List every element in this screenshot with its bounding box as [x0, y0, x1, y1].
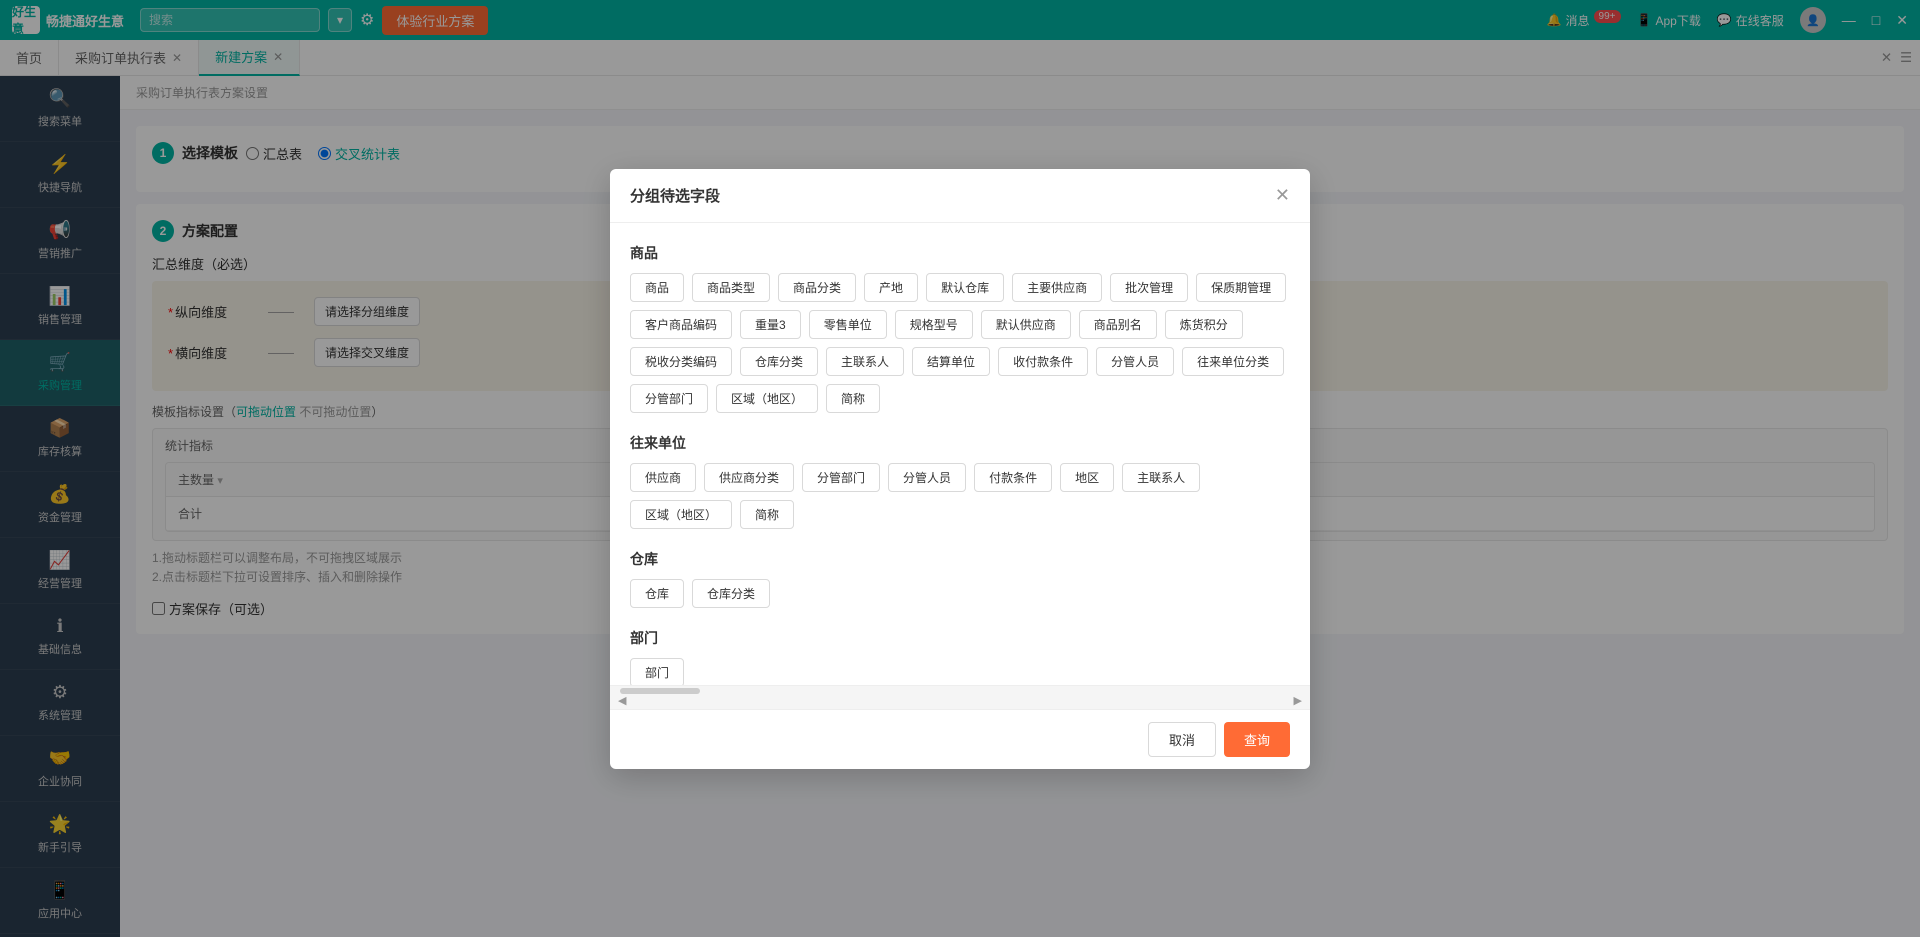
field-tag[interactable]: 结算单位 [912, 347, 990, 376]
section-warehouse: 仓库 仓库 仓库分类 [630, 549, 1290, 608]
field-tag[interactable]: 简称 [740, 500, 794, 529]
cancel-button[interactable]: 取消 [1148, 722, 1216, 757]
field-tag[interactable]: 付款条件 [974, 463, 1052, 492]
field-tag[interactable]: 批次管理 [1110, 273, 1188, 302]
field-tag[interactable]: 仓库分类 [740, 347, 818, 376]
field-tag[interactable]: 部门 [630, 658, 684, 685]
section-department: 部门 部门 [630, 628, 1290, 685]
field-tag[interactable]: 客户商品编码 [630, 310, 732, 339]
field-tag[interactable]: 分管人员 [1096, 347, 1174, 376]
field-selection-modal: 分组待选字段 ✕ 商品 商品 商品类型 商品分类 产地 默认仓库 主要供应商 批… [610, 169, 1310, 769]
field-tag[interactable]: 地区 [1060, 463, 1114, 492]
field-tag[interactable]: 产地 [864, 273, 918, 302]
field-tag[interactable]: 商品分类 [778, 273, 856, 302]
modal-horizontal-scrollbar[interactable] [610, 685, 1310, 692]
modal-title: 分组待选字段 [630, 185, 720, 206]
scroll-right-icon[interactable]: ▶ [1294, 694, 1302, 707]
confirm-button[interactable]: 查询 [1224, 722, 1290, 757]
field-tag[interactable]: 分管部门 [802, 463, 880, 492]
field-tag[interactable]: 商品类型 [692, 273, 770, 302]
field-tag[interactable]: 默认供应商 [981, 310, 1071, 339]
field-tag[interactable]: 分管人员 [888, 463, 966, 492]
field-tag[interactable]: 规格型号 [895, 310, 973, 339]
modal-body[interactable]: 商品 商品 商品类型 商品分类 产地 默认仓库 主要供应商 批次管理 保质期管理… [610, 223, 1310, 685]
section-product: 商品 商品 商品类型 商品分类 产地 默认仓库 主要供应商 批次管理 保质期管理… [630, 243, 1290, 413]
field-tag[interactable]: 仓库分类 [692, 579, 770, 608]
section-counterpart-fields: 供应商 供应商分类 分管部门 分管人员 付款条件 地区 主联系人 区域（地区） … [630, 463, 1290, 529]
modal-overlay[interactable]: 分组待选字段 ✕ 商品 商品 商品类型 商品分类 产地 默认仓库 主要供应商 批… [0, 0, 1920, 937]
field-tag[interactable]: 分管部门 [630, 384, 708, 413]
scroll-indicators: ◀ ▶ [610, 692, 1310, 709]
field-tag[interactable]: 区域（地区） [630, 500, 732, 529]
field-tag[interactable]: 区域（地区） [716, 384, 818, 413]
section-warehouse-fields: 仓库 仓库分类 [630, 579, 1290, 608]
modal-close-button[interactable]: ✕ [1275, 185, 1290, 206]
field-tag[interactable]: 往来单位分类 [1182, 347, 1284, 376]
section-counterpart: 往来单位 供应商 供应商分类 分管部门 分管人员 付款条件 地区 主联系人 区域… [630, 433, 1290, 529]
scroll-left-icon[interactable]: ◀ [618, 694, 626, 707]
field-tag[interactable]: 主联系人 [1122, 463, 1200, 492]
field-tag[interactable]: 重量3 [740, 310, 801, 339]
field-tag[interactable]: 商品别名 [1079, 310, 1157, 339]
field-tag[interactable]: 简称 [826, 384, 880, 413]
field-tag[interactable]: 保质期管理 [1196, 273, 1286, 302]
field-tag[interactable]: 收付款条件 [998, 347, 1088, 376]
field-tag[interactable]: 主要供应商 [1012, 273, 1102, 302]
section-counterpart-title: 往来单位 [630, 433, 1290, 453]
field-tag[interactable]: 供应商分类 [704, 463, 794, 492]
section-warehouse-title: 仓库 [630, 549, 1290, 569]
section-department-title: 部门 [630, 628, 1290, 648]
field-tag[interactable]: 供应商 [630, 463, 696, 492]
field-tag[interactable]: 默认仓库 [926, 273, 1004, 302]
field-tag[interactable]: 税收分类编码 [630, 347, 732, 376]
section-product-fields: 商品 商品类型 商品分类 产地 默认仓库 主要供应商 批次管理 保质期管理 客户… [630, 273, 1290, 413]
section-product-title: 商品 [630, 243, 1290, 263]
field-tag[interactable]: 仓库 [630, 579, 684, 608]
modal-hscroll-thumb[interactable] [620, 688, 700, 694]
section-department-fields: 部门 [630, 658, 1290, 685]
field-tag[interactable]: 零售单位 [809, 310, 887, 339]
field-tag[interactable]: 主联系人 [826, 347, 904, 376]
modal-header: 分组待选字段 ✕ [610, 169, 1310, 223]
field-tag[interactable]: 炼货积分 [1165, 310, 1243, 339]
field-tag[interactable]: 商品 [630, 273, 684, 302]
modal-footer: 取消 查询 [610, 709, 1310, 769]
